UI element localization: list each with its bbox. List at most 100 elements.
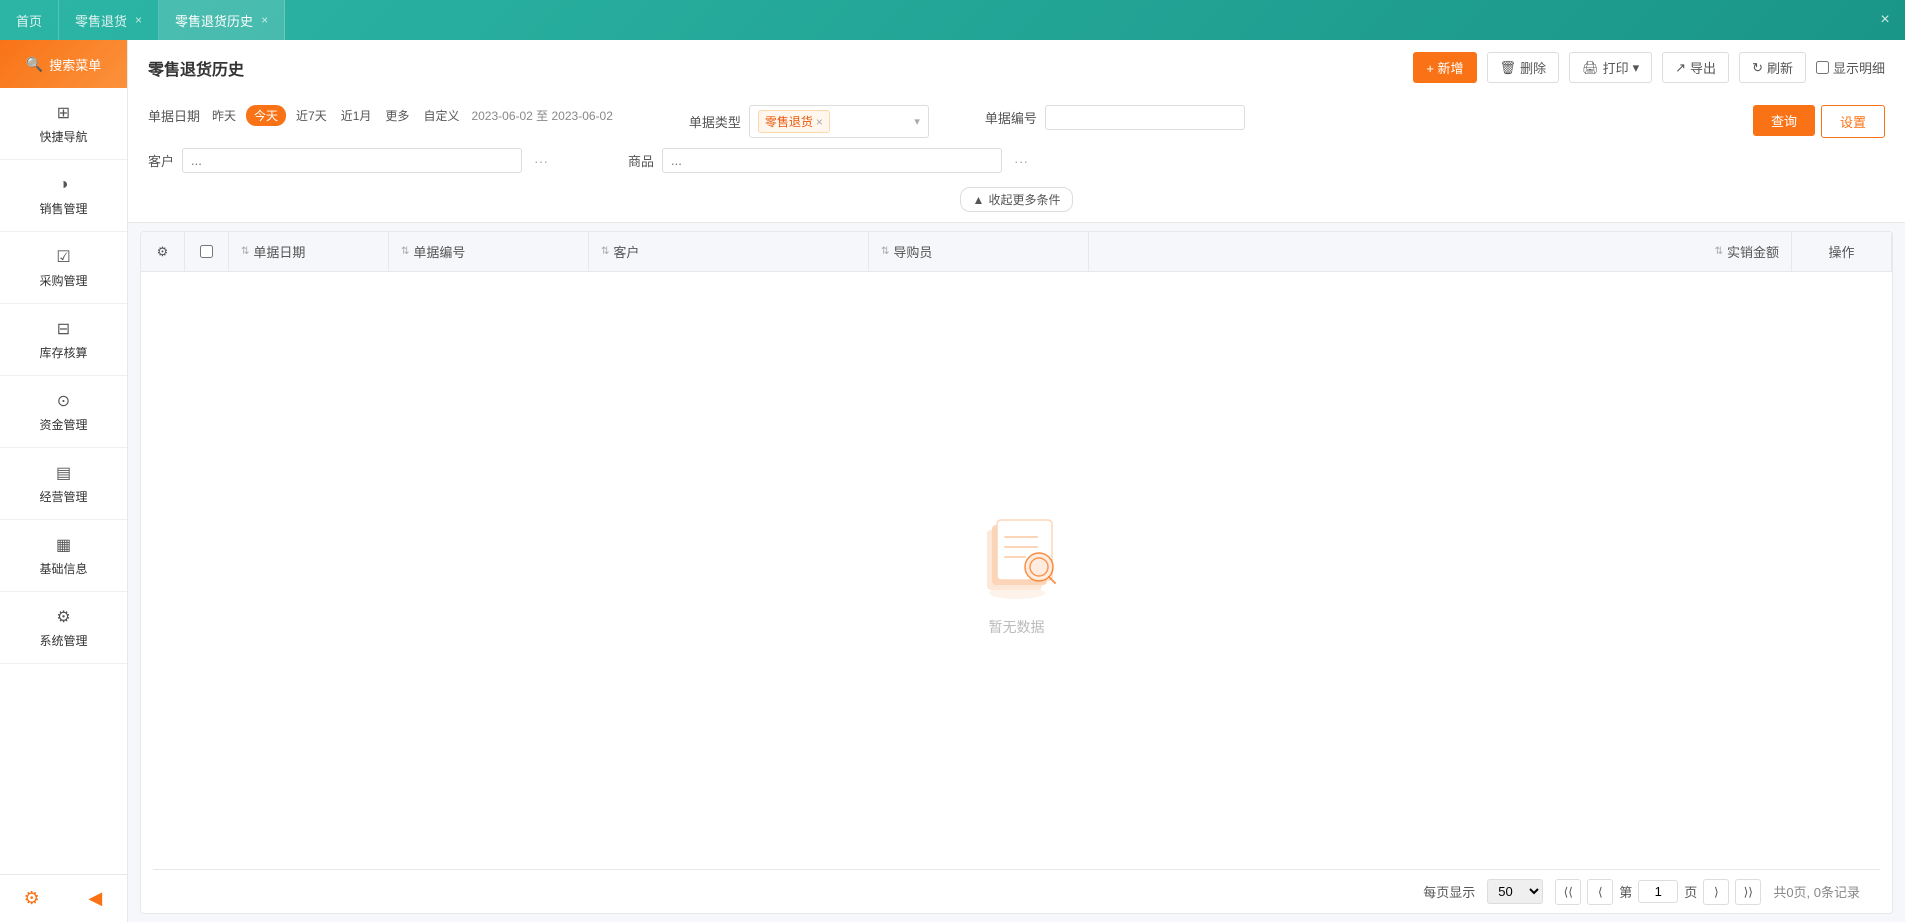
basic-info-icon: ▦ xyxy=(53,534,75,556)
customer-input[interactable] xyxy=(182,148,522,173)
tab-retail-return-history-close[interactable]: × xyxy=(261,13,268,27)
sidebar-item-quick-nav[interactable]: ⊞ 快捷导航 xyxy=(0,88,127,160)
add-button[interactable]: + 新增 xyxy=(1413,52,1476,83)
tab-retail-return-history[interactable]: 零售退货历史 × xyxy=(159,0,285,40)
page-total: 共0页, 0条记录 xyxy=(1773,882,1860,901)
export-button[interactable]: ↗ 导出 xyxy=(1662,52,1729,83)
page-label: 第 xyxy=(1619,882,1632,901)
th-amount-label: 实销金额 xyxy=(1727,242,1779,261)
sidebar-item-basic-info-label: 基础信息 xyxy=(39,560,87,577)
filter-row-1: 单据日期 昨天 今天 近7天 近1月 更多 自定义 2023-06-02 至 2… xyxy=(148,105,1885,138)
customer-filter: 客户 ··· xyxy=(148,148,552,173)
th-date[interactable]: ⇅ 单据日期 xyxy=(229,232,389,271)
date-opt-1month[interactable]: 近1月 xyxy=(337,105,376,126)
tab-retail-return-label: 零售退货 xyxy=(75,11,127,30)
print-button[interactable]: 🖨 打印 ▾ xyxy=(1569,52,1652,83)
sidebar-item-basic-info[interactable]: ▦ 基础信息 xyxy=(0,520,127,592)
date-opt-custom[interactable]: 自定义 xyxy=(419,105,463,126)
th-amount[interactable]: ⇅ 实销金额 xyxy=(1089,232,1792,271)
refresh-icon: ↻ xyxy=(1752,60,1763,76)
sort-customer-icon: ⇅ xyxy=(601,246,609,257)
customer-ellipsis[interactable]: ··· xyxy=(530,153,552,169)
th-action: 操作 xyxy=(1792,232,1892,271)
collapse-label: 收起更多条件 xyxy=(988,191,1060,208)
page-header-top: 零售退货历史 + 新增 🗑 删除 🖨 打印 ▾ ↗ 导出 xyxy=(148,52,1885,83)
sort-guide-icon: ⇅ xyxy=(881,246,889,257)
collapse-icon: ▲ xyxy=(973,193,985,207)
query-button[interactable]: 查询 xyxy=(1753,105,1815,136)
tab-home-label: 首页 xyxy=(16,11,42,30)
sidebar-item-finance[interactable]: ⊙ 资金管理 xyxy=(0,376,127,448)
sidebar-item-finance-label: 资金管理 xyxy=(39,416,87,433)
first-page-button[interactable]: ⟨⟨ xyxy=(1555,879,1581,905)
goods-label: 商品 xyxy=(628,151,654,170)
display-toggle-checkbox[interactable] xyxy=(1816,61,1829,74)
th-guide[interactable]: ⇅ 导购员 xyxy=(869,232,1089,271)
doc-no-input[interactable] xyxy=(1045,105,1245,130)
sidebar-search[interactable]: 🔍 搜索菜单 xyxy=(0,40,127,88)
settings-button[interactable]: 设置 xyxy=(1821,105,1885,138)
doc-type-select[interactable]: 零售退货 × ▾ xyxy=(749,105,929,138)
goods-ellipsis[interactable]: ··· xyxy=(1010,153,1032,169)
delete-label: 删除 xyxy=(1520,58,1546,77)
tab-list: 首页 零售退货 × 零售退货历史 × xyxy=(0,0,1865,40)
select-all-checkbox[interactable] xyxy=(200,245,213,258)
tab-home[interactable]: 首页 xyxy=(0,0,59,40)
next-page-button[interactable]: ⟩ xyxy=(1703,879,1729,905)
th-customer[interactable]: ⇅ 客户 xyxy=(589,232,869,271)
tab-retail-return-close[interactable]: × xyxy=(135,13,142,27)
filter-area: 单据日期 昨天 今天 近7天 近1月 更多 自定义 2023-06-02 至 2… xyxy=(148,95,1885,222)
collapse-button[interactable]: ▲ 收起更多条件 xyxy=(960,187,1074,212)
th-docno-label: 单据编号 xyxy=(413,242,465,261)
tab-retail-return-history-label: 零售退货历史 xyxy=(175,11,253,30)
date-options: 昨天 今天 近7天 近1月 更多 自定义 xyxy=(208,105,463,126)
print-icon: 🖨 xyxy=(1582,60,1599,76)
window-close-button[interactable]: × xyxy=(1865,0,1905,40)
inventory-icon: ⊟ xyxy=(53,318,75,340)
date-filter: 单据日期 昨天 今天 近7天 近1月 更多 自定义 2023-06-02 至 2… xyxy=(148,105,613,126)
customer-label: 客户 xyxy=(148,151,174,170)
page-nav: ⟨⟨ ⟨ 第 页 ⟩ ⟩⟩ xyxy=(1555,879,1761,905)
th-settings[interactable]: ⚙ xyxy=(141,232,185,271)
export-label: 导出 xyxy=(1690,58,1716,77)
doc-type-filter: 单据类型 零售退货 × ▾ xyxy=(689,105,929,138)
refresh-button[interactable]: ↻ 刷新 xyxy=(1739,52,1806,83)
sidebar-item-system-mgmt[interactable]: ⚙ 系统管理 xyxy=(0,592,127,664)
per-page-select[interactable]: 10 20 50 100 xyxy=(1487,879,1543,904)
last-page-button[interactable]: ⟩⟩ xyxy=(1735,879,1761,905)
th-checkbox[interactable] xyxy=(185,232,229,271)
sales-mgmt-icon: ◑ xyxy=(53,174,75,196)
sidebar-item-sales-mgmt[interactable]: ◑ 销售管理 xyxy=(0,160,127,232)
date-opt-yesterday[interactable]: 昨天 xyxy=(208,105,240,126)
goods-input[interactable] xyxy=(662,148,1002,173)
action-buttons: 查询 设置 xyxy=(1753,105,1885,138)
date-opt-7days[interactable]: 近7天 xyxy=(292,105,331,126)
prev-page-button[interactable]: ⟨ xyxy=(1587,879,1613,905)
page-input[interactable] xyxy=(1638,880,1678,903)
sidebar-item-inventory[interactable]: ⊟ 库存核算 xyxy=(0,304,127,376)
sidebar-item-operations-label: 经营管理 xyxy=(39,488,87,505)
finance-icon: ⊙ xyxy=(53,390,75,412)
operations-icon: ▤ xyxy=(53,462,75,484)
sidebar-item-operations[interactable]: ▤ 经营管理 xyxy=(0,448,127,520)
sidebar-nav: ⊞ 快捷导航 ◑ 销售管理 ☑ 采购管理 ⊟ 库存核算 ⊙ 资金管理 ▤ 经营管… xyxy=(0,88,127,874)
delete-button[interactable]: 🗑 删除 xyxy=(1487,52,1560,83)
sidebar-settings-button[interactable]: ⚙ xyxy=(16,883,48,915)
content-area: 零售退货历史 + 新增 🗑 删除 🖨 打印 ▾ ↗ 导出 xyxy=(128,40,1905,922)
tab-retail-return[interactable]: 零售退货 × xyxy=(59,0,159,40)
sidebar-audio-button[interactable]: ◀ xyxy=(79,883,111,915)
quick-nav-icon: ⊞ xyxy=(53,102,75,124)
date-opt-more[interactable]: 更多 xyxy=(381,105,413,126)
doc-type-tag-label: 零售退货 xyxy=(765,113,813,130)
display-toggle[interactable]: 显示明细 xyxy=(1816,58,1885,77)
th-docno[interactable]: ⇅ 单据编号 xyxy=(389,232,589,271)
doc-type-tag-remove[interactable]: × xyxy=(816,115,823,129)
empty-state: 暂无数据 xyxy=(967,505,1067,637)
main-layout: 🔍 搜索菜单 ⊞ 快捷导航 ◑ 销售管理 ☑ 采购管理 ⊟ 库存核算 ⊙ 资金管 xyxy=(0,40,1905,922)
sidebar: 🔍 搜索菜单 ⊞ 快捷导航 ◑ 销售管理 ☑ 采购管理 ⊟ 库存核算 ⊙ 资金管 xyxy=(0,40,128,922)
sort-docno-icon: ⇅ xyxy=(401,246,409,257)
sidebar-bottom: ⚙ ◀ xyxy=(0,874,127,922)
sidebar-item-sales-mgmt-label: 销售管理 xyxy=(39,200,87,217)
sidebar-item-purchase-mgmt[interactable]: ☑ 采购管理 xyxy=(0,232,127,304)
date-opt-today[interactable]: 今天 xyxy=(246,105,286,126)
